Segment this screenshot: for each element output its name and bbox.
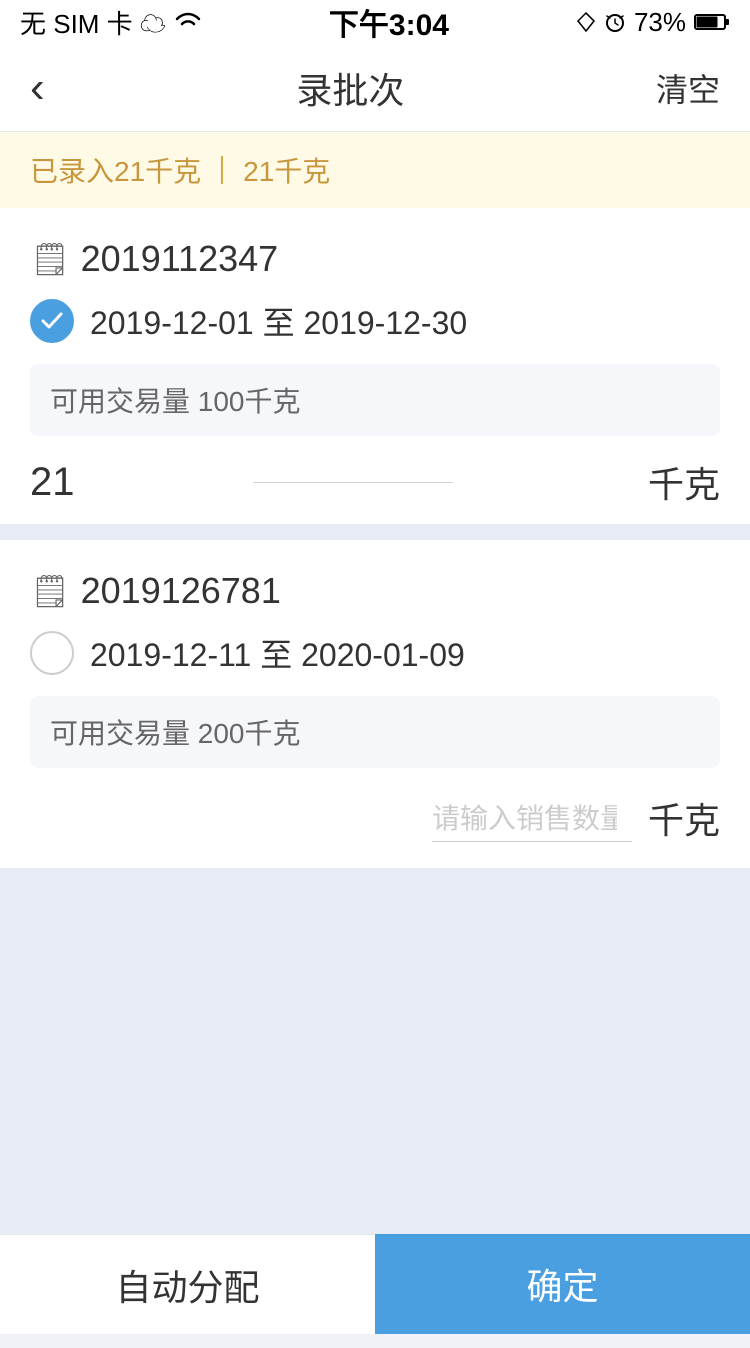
input-row-2: 千克 bbox=[0, 768, 750, 868]
info-banner: 已录入21千克 21千克 bbox=[0, 132, 750, 208]
available-box-2: 可用交易量 200千克 bbox=[30, 696, 720, 768]
bottom-empty bbox=[0, 868, 750, 1248]
status-right: 73% bbox=[576, 7, 730, 38]
batch-header-2: 🗒 2019126781 bbox=[30, 570, 720, 612]
back-button[interactable]: ‹ bbox=[30, 66, 45, 110]
radio-selected-1[interactable] bbox=[30, 299, 74, 343]
status-left: 无 SIM 卡 ☁ bbox=[20, 4, 202, 41]
alarm-icon bbox=[604, 11, 626, 33]
clear-button[interactable]: 清空 bbox=[656, 65, 720, 111]
batch-card-1: 🗒 2019112347 2019-12-01 至 2019-12-30 可用交… bbox=[0, 208, 750, 436]
value-row-1: 21 千克 bbox=[0, 436, 750, 524]
input-wrap-2[interactable] bbox=[432, 795, 632, 842]
batch-icon-1: 🗒 bbox=[30, 240, 71, 278]
nav-bar: ‹ 录批次 清空 bbox=[0, 44, 750, 132]
batch-date-row-1[interactable]: 2019-12-01 至 2019-12-30 bbox=[30, 298, 720, 344]
info-value: 21千克 bbox=[243, 150, 330, 190]
batch-id-2: 2019126781 bbox=[81, 570, 281, 612]
unit-label-1: 千克 bbox=[648, 456, 720, 508]
batch-date-2: 2019-12-11 至 2020-01-09 bbox=[90, 630, 465, 676]
batch-date-row-2[interactable]: 2019-12-11 至 2020-01-09 bbox=[30, 630, 720, 676]
status-bar: 无 SIM 卡 ☁ 下午3:04 73% bbox=[0, 0, 750, 44]
batch-id-1: 2019112347 bbox=[81, 238, 279, 280]
battery-text: 73% bbox=[634, 7, 686, 38]
recorded-label: 已录入21千克 bbox=[30, 150, 201, 190]
input-underline-2 bbox=[432, 841, 632, 842]
info-divider bbox=[221, 156, 223, 184]
batch-icon-2: 🗒 bbox=[30, 572, 71, 610]
no-sim-text: 无 SIM 卡 ☁ bbox=[20, 4, 166, 41]
location-icon bbox=[576, 11, 596, 33]
quantity-value-1: 21 bbox=[30, 460, 75, 505]
card-separator bbox=[0, 524, 750, 540]
batch-date-1: 2019-12-01 至 2019-12-30 bbox=[90, 298, 467, 344]
quantity-input-2[interactable] bbox=[432, 795, 632, 837]
page-title: 录批次 bbox=[296, 62, 404, 114]
wifi-icon bbox=[174, 11, 202, 33]
auto-distribute-button[interactable]: 自动分配 bbox=[0, 1234, 375, 1334]
bottom-bar: 自动分配 确定 bbox=[0, 1234, 750, 1334]
confirm-button[interactable]: 确定 bbox=[375, 1234, 750, 1334]
radio-unselected-2[interactable] bbox=[30, 631, 74, 675]
batch-card-2: 🗒 2019126781 2019-12-11 至 2020-01-09 可用交… bbox=[0, 540, 750, 768]
batch-header-1: 🗒 2019112347 bbox=[30, 238, 720, 280]
available-box-1: 可用交易量 100千克 bbox=[30, 364, 720, 436]
status-time: 下午3:04 bbox=[329, 0, 449, 44]
unit-label-2: 千克 bbox=[648, 792, 720, 844]
battery-icon bbox=[694, 12, 730, 32]
page-content: 已录入21千克 21千克 🗒 2019112347 2019-12-01 至 2… bbox=[0, 132, 750, 1348]
value-separator-1 bbox=[253, 482, 453, 483]
